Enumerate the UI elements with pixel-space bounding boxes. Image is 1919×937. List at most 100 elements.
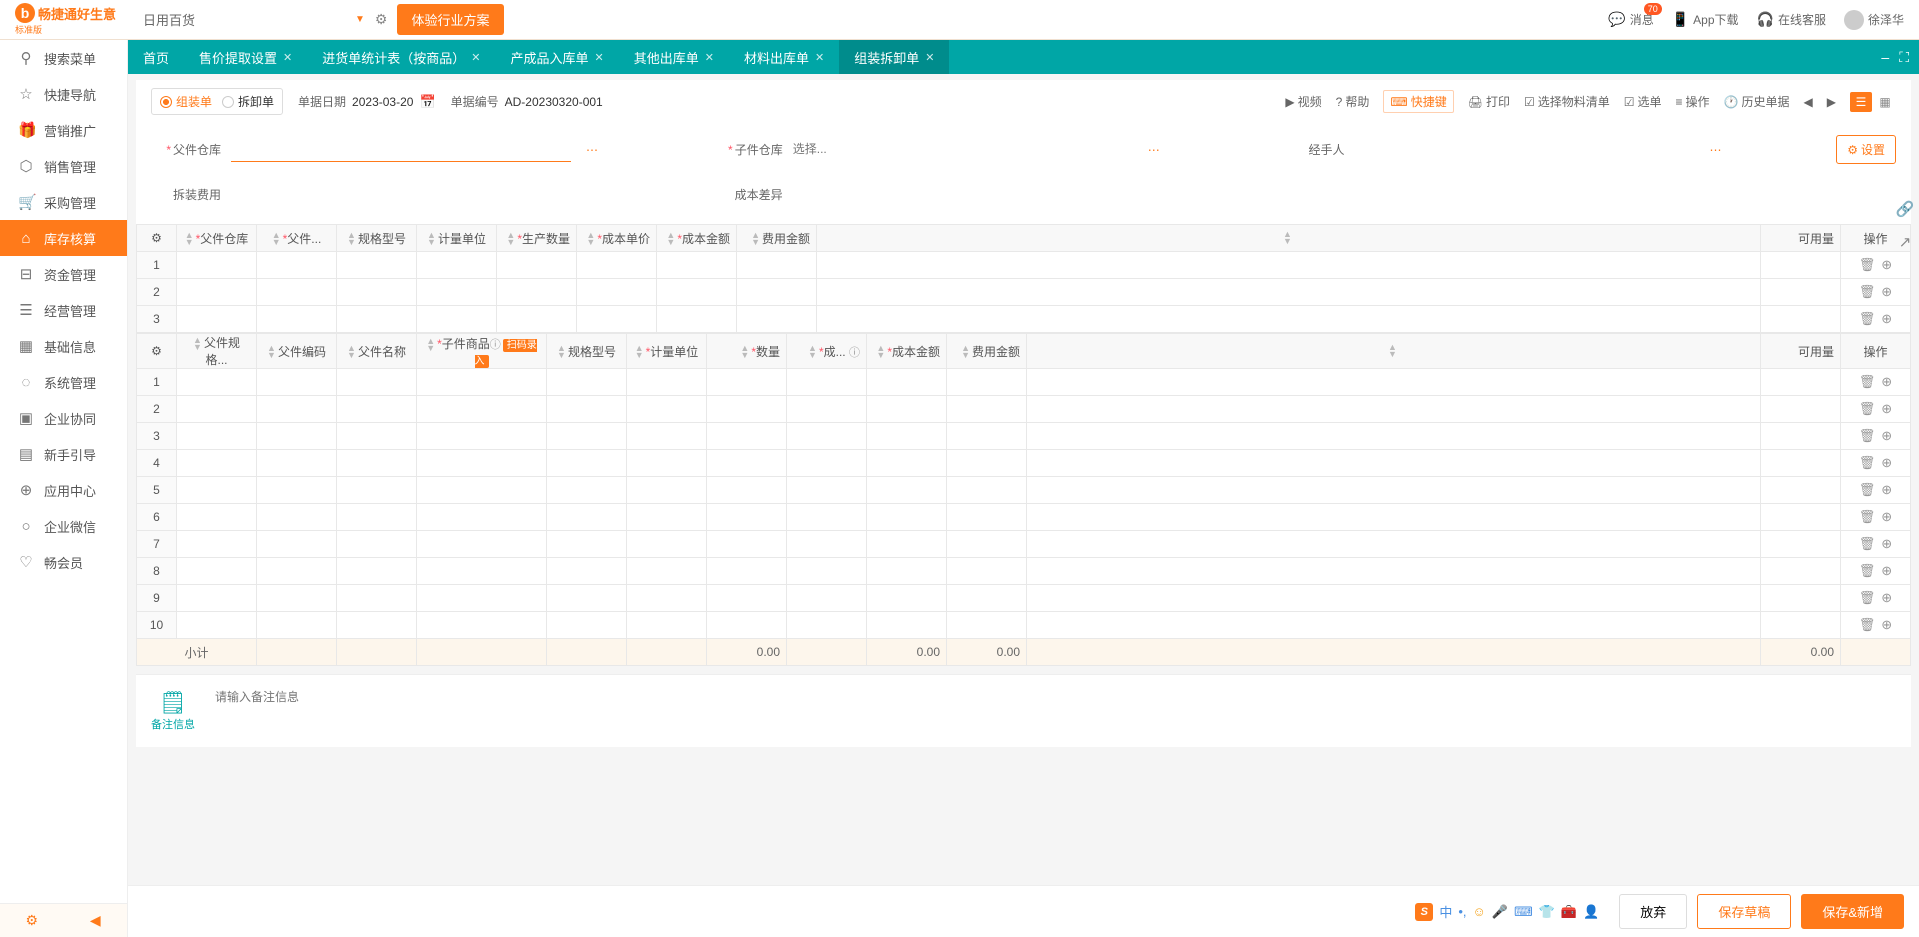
table-cell[interactable] <box>1761 531 1841 558</box>
table-cell[interactable] <box>337 279 417 306</box>
table-cell[interactable] <box>577 306 657 333</box>
messages-link[interactable]: 💬 消息 <box>1608 11 1653 28</box>
delete-icon[interactable]: 🗑 <box>1859 374 1876 389</box>
sort-icon[interactable]: ▲▼ <box>876 345 885 359</box>
table-cell[interactable] <box>867 396 947 423</box>
table-row[interactable]: 9🗑⊕ <box>137 585 1911 612</box>
table-cell[interactable] <box>737 279 817 306</box>
copy-icon[interactable]: ⊕ <box>1881 455 1892 470</box>
table-cell[interactable] <box>417 558 547 585</box>
copy-icon[interactable]: ⊕ <box>1881 428 1892 443</box>
sort-icon[interactable]: ▲▼ <box>1283 231 1292 245</box>
sort-icon[interactable]: ▲▼ <box>185 232 194 246</box>
table-cell[interactable] <box>1761 396 1841 423</box>
delete-icon[interactable]: 🗑 <box>1859 482 1876 497</box>
table-cell[interactable] <box>707 612 787 639</box>
table-cell[interactable] <box>787 558 867 585</box>
table-cell[interactable] <box>497 252 577 279</box>
more-icon[interactable]: ⋯ <box>1143 143 1166 157</box>
child-wh-input[interactable] <box>793 138 1133 162</box>
handler-input[interactable] <box>1354 138 1694 162</box>
ime-user-icon[interactable]: 👤 <box>1583 904 1599 920</box>
table-cell[interactable] <box>707 450 787 477</box>
sort-icon[interactable]: ▲▼ <box>961 345 970 359</box>
tab-other-out[interactable]: 其他出库单✕ <box>619 40 729 74</box>
sidebar-item-basicinfo[interactable]: ▦基础信息 <box>0 328 127 364</box>
info-icon[interactable]: ⓘ <box>849 347 860 359</box>
table-cell[interactable] <box>337 423 417 450</box>
table-cell[interactable] <box>337 612 417 639</box>
close-icon[interactable]: ✕ <box>705 51 714 64</box>
discard-button[interactable]: 放弃 <box>1619 894 1687 929</box>
sidebar-item-appcenter[interactable]: ⊕应用中心 <box>0 472 127 508</box>
table-cell[interactable] <box>1761 450 1841 477</box>
table-cell[interactable] <box>417 279 497 306</box>
sidebar-item-purchase[interactable]: 🛒采购管理 <box>0 184 127 220</box>
tabs-minimize-icon[interactable]: – <box>1881 49 1889 65</box>
delete-icon[interactable]: 🗑 <box>1859 455 1876 470</box>
sidebar-item-operation[interactable]: ☰经营管理 <box>0 292 127 328</box>
table-cell[interactable] <box>547 612 627 639</box>
table-cell[interactable] <box>547 396 627 423</box>
nav-prev[interactable]: ◀ <box>1804 95 1813 109</box>
table-cell[interactable] <box>177 531 257 558</box>
sidebar-item-quicknav[interactable]: ☆快捷导航 <box>0 76 127 112</box>
table-cell[interactable] <box>867 423 947 450</box>
history-link[interactable]: 🕐历史单据 <box>1724 93 1790 110</box>
ime-mic-icon[interactable]: 🎤 <box>1492 904 1508 920</box>
sort-icon[interactable]: ▲▼ <box>426 338 435 352</box>
table-cell[interactable] <box>947 531 1027 558</box>
table-cell[interactable] <box>947 477 1027 504</box>
table-cell[interactable] <box>1027 504 1761 531</box>
copy-icon[interactable]: ⊕ <box>1881 590 1892 605</box>
table-cell[interactable] <box>707 396 787 423</box>
copy-icon[interactable]: ⊕ <box>1881 374 1892 389</box>
table-cell[interactable] <box>627 558 707 585</box>
table-cell[interactable] <box>547 477 627 504</box>
close-icon[interactable]: ✕ <box>815 51 824 64</box>
sort-icon[interactable]: ▲▼ <box>557 345 566 359</box>
delete-icon[interactable]: 🗑 <box>1859 428 1876 443</box>
table-cell[interactable] <box>787 423 867 450</box>
nav-next[interactable]: ▶ <box>1827 95 1836 109</box>
sort-icon[interactable]: ▲▼ <box>427 232 436 246</box>
select-link[interactable]: ☑选单 <box>1624 93 1662 110</box>
table-cell[interactable] <box>787 531 867 558</box>
radio-disassembly[interactable]: 拆卸单 <box>222 93 274 110</box>
table-cell[interactable] <box>867 612 947 639</box>
table-cell[interactable] <box>867 531 947 558</box>
table-cell[interactable] <box>787 477 867 504</box>
table-cell[interactable] <box>257 558 337 585</box>
delete-icon[interactable]: 🗑 <box>1859 509 1876 524</box>
table-cell[interactable] <box>707 369 787 396</box>
table-cell[interactable] <box>257 279 337 306</box>
table-cell[interactable] <box>1027 585 1761 612</box>
table-row[interactable]: 4🗑⊕ <box>137 450 1911 477</box>
parent-wh-input[interactable] <box>231 138 571 162</box>
table-cell[interactable] <box>707 423 787 450</box>
delete-icon[interactable]: 🗑 <box>1859 563 1876 578</box>
table-cell[interactable] <box>417 612 547 639</box>
table-cell[interactable] <box>657 306 737 333</box>
table-cell[interactable] <box>257 423 337 450</box>
table-cell[interactable] <box>547 369 627 396</box>
expand-icon[interactable]: ↗ <box>1899 233 1912 251</box>
table-cell[interactable] <box>1027 531 1761 558</box>
table-cell[interactable] <box>627 369 707 396</box>
table-row[interactable]: 2🗑⊕ <box>137 396 1911 423</box>
tab-assembly[interactable]: 组装拆卸单✕ <box>839 40 949 74</box>
table-cell[interactable] <box>177 450 257 477</box>
app-download-link[interactable]: 📱 App下载 <box>1672 11 1739 28</box>
sort-icon[interactable]: ▲▼ <box>347 345 356 359</box>
table-cell[interactable] <box>257 450 337 477</box>
table-cell[interactable] <box>737 252 817 279</box>
table-cell[interactable] <box>707 504 787 531</box>
copy-icon[interactable]: ⊕ <box>1881 284 1892 299</box>
table-cell[interactable] <box>867 585 947 612</box>
table-cell[interactable] <box>417 252 497 279</box>
table-cell[interactable] <box>257 306 337 333</box>
table-cell[interactable] <box>627 612 707 639</box>
table-cell[interactable] <box>417 504 547 531</box>
delete-icon[interactable]: 🗑 <box>1859 401 1876 416</box>
table-cell[interactable] <box>337 450 417 477</box>
